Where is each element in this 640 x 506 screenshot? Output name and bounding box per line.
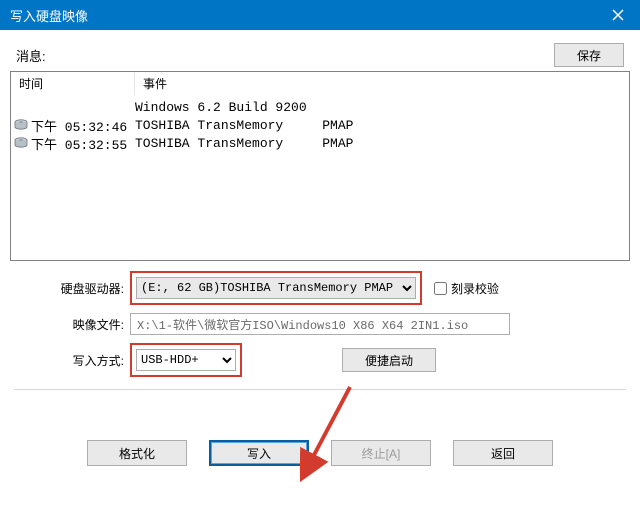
form-area: 硬盘驱动器: (E:, 62 GB)TOSHIBA TransMemory PM… bbox=[10, 275, 630, 373]
method-row: 写入方式: USB-HDD+ 便捷启动 bbox=[18, 347, 622, 373]
log-box: 时间 事件 Windows 6.2 Build 9200下午 05:32:46T… bbox=[10, 71, 630, 261]
content-area: 消息: 保存 时间 事件 Windows 6.2 Build 9200下午 05… bbox=[0, 30, 640, 484]
message-label: 消息: bbox=[16, 46, 46, 65]
drive-label: 硬盘驱动器: bbox=[18, 280, 130, 297]
log-event: TOSHIBA TransMemory PMAP bbox=[135, 118, 629, 133]
verify-checkbox[interactable] bbox=[434, 282, 447, 295]
format-button[interactable]: 格式化 bbox=[87, 440, 187, 466]
log-event: Windows 6.2 Build 9200 bbox=[135, 100, 629, 115]
verify-checkbox-wrap[interactable]: 刻录校验 bbox=[430, 279, 499, 298]
back-button[interactable]: 返回 bbox=[453, 440, 553, 466]
save-button[interactable]: 保存 bbox=[554, 43, 624, 67]
log-body: Windows 6.2 Build 9200下午 05:32:46TOSHIBA… bbox=[11, 96, 629, 152]
method-select[interactable]: USB-HDD+ bbox=[136, 349, 236, 371]
log-row[interactable]: Windows 6.2 Build 9200 bbox=[11, 98, 629, 116]
hdd-icon bbox=[11, 118, 31, 132]
log-header-time[interactable]: 时间 bbox=[11, 72, 135, 95]
method-highlight: USB-HDD+ bbox=[130, 343, 242, 377]
log-row[interactable]: 下午 05:32:46TOSHIBA TransMemory PMAP bbox=[11, 116, 629, 134]
log-time: 下午 05:32:46 bbox=[31, 116, 135, 135]
image-row: 映像文件: bbox=[18, 311, 622, 337]
quick-boot-button[interactable]: 便捷启动 bbox=[342, 348, 436, 372]
log-row[interactable]: 下午 05:32:55TOSHIBA TransMemory PMAP bbox=[11, 134, 629, 152]
window-title: 写入硬盘映像 bbox=[10, 6, 88, 25]
log-event: TOSHIBA TransMemory PMAP bbox=[135, 136, 629, 151]
log-header-event[interactable]: 事件 bbox=[135, 72, 629, 95]
write-button[interactable]: 写入 bbox=[209, 440, 309, 466]
log-time: 下午 05:32:55 bbox=[31, 134, 135, 153]
title-bar: 写入硬盘映像 bbox=[0, 0, 640, 30]
log-header: 时间 事件 bbox=[11, 72, 629, 96]
drive-select[interactable]: (E:, 62 GB)TOSHIBA TransMemory PMAP bbox=[136, 277, 416, 299]
divider bbox=[14, 389, 626, 390]
close-button[interactable] bbox=[595, 0, 640, 30]
image-path-input[interactable] bbox=[130, 313, 510, 335]
top-row: 消息: 保存 bbox=[10, 35, 630, 71]
drive-row: 硬盘驱动器: (E:, 62 GB)TOSHIBA TransMemory PM… bbox=[18, 275, 622, 301]
method-label: 写入方式: bbox=[18, 352, 130, 369]
bottom-actions: 格式化 写入 终止[A] 返回 bbox=[10, 440, 630, 474]
image-label: 映像文件: bbox=[18, 316, 130, 333]
verify-label: 刻录校验 bbox=[451, 280, 499, 297]
drive-highlight: (E:, 62 GB)TOSHIBA TransMemory PMAP bbox=[130, 271, 422, 305]
hdd-icon bbox=[11, 136, 31, 150]
abort-button: 终止[A] bbox=[331, 440, 431, 466]
close-icon bbox=[612, 9, 624, 21]
